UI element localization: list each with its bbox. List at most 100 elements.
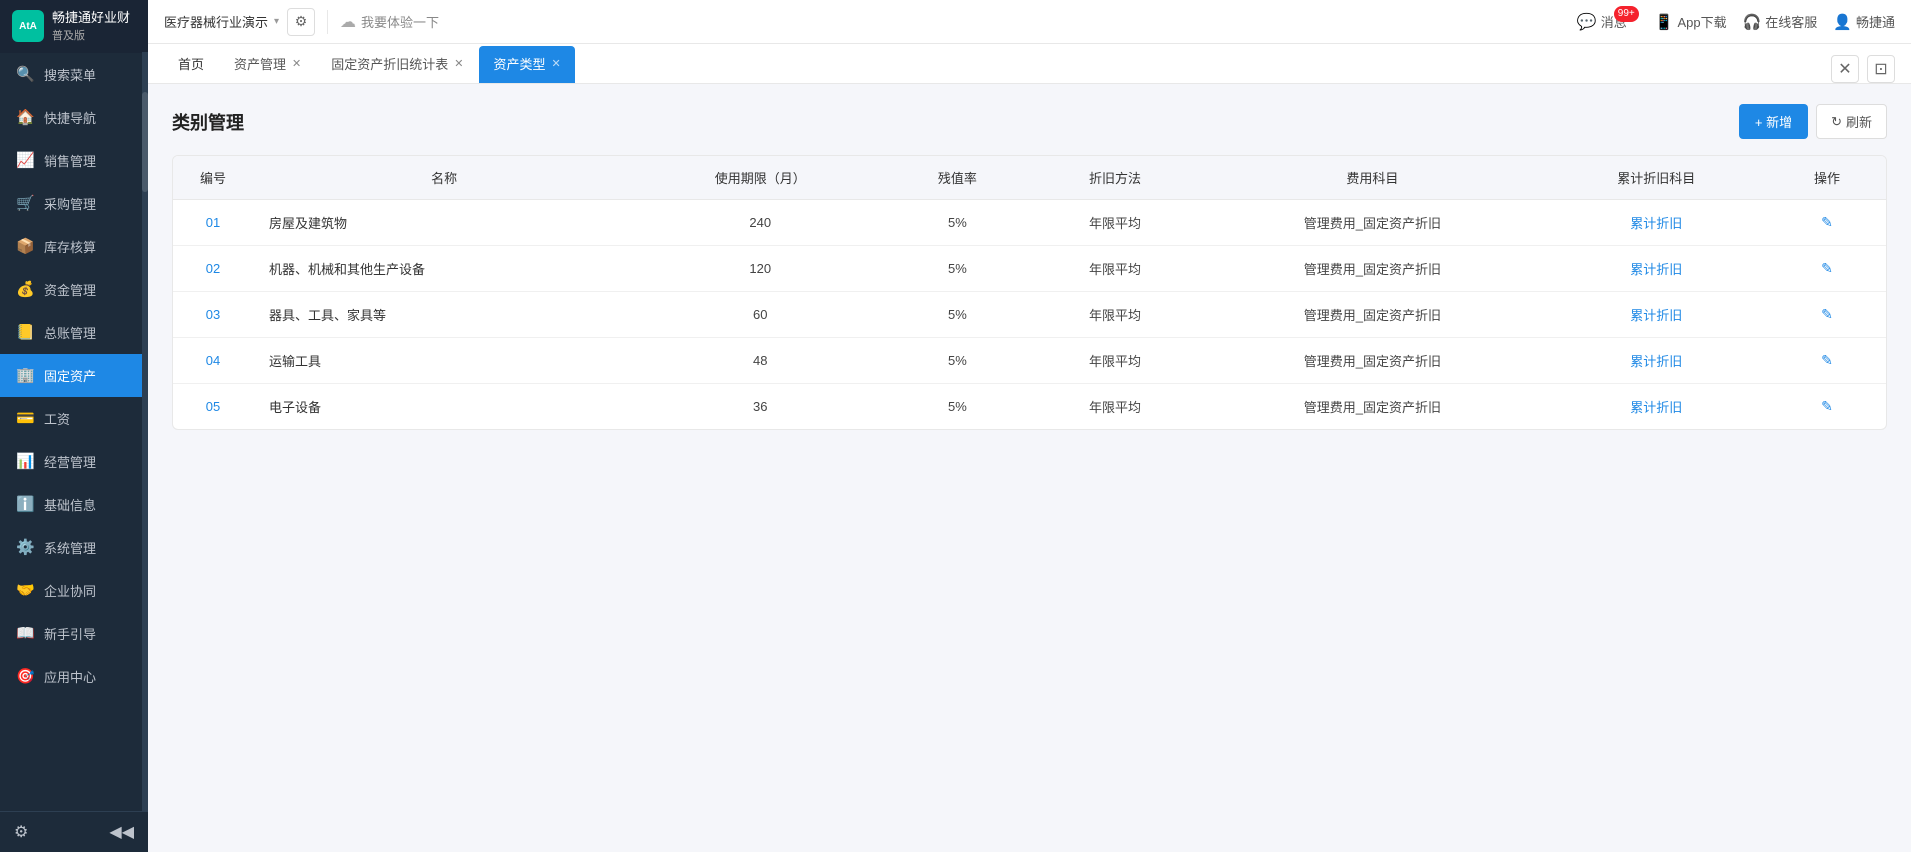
sidebar-item-enterprise[interactable]: 🤝 企业协同: [0, 569, 148, 612]
sidebar-item-search[interactable]: 🔍 搜索菜单: [0, 53, 148, 96]
cell-expense: 管理费用_固定资产折旧: [1200, 246, 1544, 292]
gear-icon: ⚙: [295, 13, 308, 30]
search-icon: 🔍: [16, 65, 34, 83]
tab-fixed-depreciation[interactable]: 固定资产折旧统计表 ✕: [317, 46, 477, 83]
tab-asset-type-label: 资产类型: [493, 54, 545, 73]
sidebar-item-app-center[interactable]: 🎯 应用中心: [0, 655, 148, 698]
sidebar-item-fixed-assets[interactable]: 🏢 固定资产: [0, 354, 148, 397]
cell-id: 03: [173, 292, 253, 338]
content-header: 类别管理 + 新增 ↻ 刷新: [172, 104, 1887, 139]
sidebar-item-operations[interactable]: 📊 经营管理: [0, 440, 148, 483]
col-header-residual: 残值率: [885, 156, 1029, 200]
topbar: 医疗器械行业演示 ▾ ⚙ ☁ 我要体验一下 💬 消息 99+ 📱 App下载 🎧…: [148, 0, 1911, 44]
sidebar-item-purchase[interactable]: 🛒 采购管理: [0, 182, 148, 225]
app-download-label: App下载: [1677, 12, 1726, 31]
operations-icon: 📊: [16, 452, 34, 470]
cell-method: 年限平均: [1030, 338, 1201, 384]
cell-period: 36: [635, 384, 885, 430]
sidebar-item-system[interactable]: ⚙️ 系统管理: [0, 526, 148, 569]
cell-accumulated: 累计折旧: [1544, 246, 1768, 292]
cell-expense: 管理费用_固定资产折旧: [1200, 384, 1544, 430]
sidebar-item-guide[interactable]: 📖 新手引导: [0, 612, 148, 655]
payroll-icon: 💳: [16, 409, 34, 427]
cell-name: 器具、工具、家具等: [253, 292, 635, 338]
col-header-accumulated: 累计折旧科目: [1544, 156, 1768, 200]
app-download-button[interactable]: 📱 App下载: [1655, 12, 1727, 31]
customer-service-button[interactable]: 🎧 在线客服: [1743, 12, 1818, 31]
message-icon: 💬: [1577, 12, 1597, 32]
sidebar-item-basic-info[interactable]: ℹ️ 基础信息: [0, 483, 148, 526]
inventory-icon: 📦: [16, 237, 34, 255]
topbar-divider: [327, 10, 328, 34]
new-button[interactable]: + 新增: [1739, 104, 1808, 139]
cell-residual: 5%: [885, 246, 1029, 292]
collapse-icon[interactable]: ◀◀: [109, 822, 134, 842]
sidebar-item-payroll[interactable]: 💳 工资: [0, 397, 148, 440]
col-header-id: 编号: [173, 156, 253, 200]
cell-residual: 5%: [885, 200, 1029, 246]
sidebar-item-quick-nav[interactable]: 🏠 快捷导航: [0, 96, 148, 139]
cell-accumulated: 累计折旧: [1544, 292, 1768, 338]
tab-home[interactable]: 首页: [164, 46, 218, 83]
cell-method: 年限平均: [1030, 200, 1201, 246]
capital-icon: 💰: [16, 280, 34, 298]
cell-edit[interactable]: ✎: [1768, 384, 1886, 430]
col-header-method: 折旧方法: [1030, 156, 1201, 200]
close-window-button[interactable]: ✕: [1831, 55, 1859, 83]
maximize-window-button[interactable]: ⊡: [1867, 55, 1895, 83]
settings-bottom-icon[interactable]: ⚙: [14, 822, 28, 842]
settings-button[interactable]: ⚙: [287, 8, 315, 36]
basic-info-icon: ℹ️: [16, 495, 34, 513]
cell-edit[interactable]: ✎: [1768, 200, 1886, 246]
topbar-right: 💬 消息 99+ 📱 App下载 🎧 在线客服 👤 畅捷通: [1565, 12, 1895, 32]
demo-selector[interactable]: 医疗器械行业演示 ▾: [164, 12, 279, 31]
logo-text-block: 畅捷通好业财 普及版: [52, 10, 130, 43]
col-header-action: 操作: [1768, 156, 1886, 200]
sidebar-item-sales[interactable]: 📈 销售管理: [0, 139, 148, 182]
tab-asset-mgmt-label: 资产管理: [234, 54, 286, 73]
sidebar-item-ledger[interactable]: 📒 总账管理: [0, 311, 148, 354]
phone-icon: 📱: [1655, 13, 1674, 31]
message-badge: 99+: [1614, 6, 1639, 22]
enterprise-icon: 🤝: [16, 581, 34, 599]
cell-id: 01: [173, 200, 253, 246]
table-header-row: 编号 名称 使用期限（月） 残值率 折旧方法 费用科目 累计折旧科目 操作: [173, 156, 1886, 200]
col-header-name: 名称: [253, 156, 635, 200]
col-header-expense: 费用科目: [1200, 156, 1544, 200]
fixed-assets-icon: 🏢: [16, 366, 34, 384]
cloud-icon: ☁: [340, 12, 356, 32]
cell-accumulated: 累计折旧: [1544, 338, 1768, 384]
cell-edit[interactable]: ✎: [1768, 246, 1886, 292]
logo-icon: AtA: [12, 10, 44, 42]
purchase-icon: 🛒: [16, 194, 34, 212]
tab-asset-type[interactable]: 资产类型 ✕: [479, 46, 574, 83]
col-header-period: 使用期限（月）: [635, 156, 885, 200]
sidebar-item-inventory[interactable]: 📦 库存核算: [0, 225, 148, 268]
message-button[interactable]: 💬 消息 99+: [1565, 12, 1639, 32]
ledger-icon: 📒: [16, 323, 34, 341]
cell-accumulated: 累计折旧: [1544, 384, 1768, 430]
user-avatar-icon: 👤: [1833, 13, 1852, 31]
guide-icon: 📖: [16, 624, 34, 642]
tab-asset-mgmt[interactable]: 资产管理 ✕: [220, 46, 315, 83]
cell-name: 机器、机械和其他生产设备: [253, 246, 635, 292]
table-row: 05 电子设备 36 5% 年限平均 管理费用_固定资产折旧 累计折旧 ✎: [173, 384, 1886, 430]
tab-fixed-depreciation-close[interactable]: ✕: [454, 57, 463, 70]
cell-name: 运输工具: [253, 338, 635, 384]
user-menu[interactable]: 👤 畅捷通: [1833, 12, 1895, 31]
tabbar: 首页 资产管理 ✕ 固定资产折旧统计表 ✕ 资产类型 ✕ ✕ ⊡: [148, 44, 1911, 84]
sidebar-item-capital[interactable]: 💰 资金管理: [0, 268, 148, 311]
sales-icon: 📈: [16, 151, 34, 169]
cell-method: 年限平均: [1030, 384, 1201, 430]
table-row: 04 运输工具 48 5% 年限平均 管理费用_固定资产折旧 累计折旧 ✎: [173, 338, 1886, 384]
demo-label: 医疗器械行业演示: [164, 12, 268, 31]
tab-asset-mgmt-close[interactable]: ✕: [292, 57, 301, 70]
cell-edit[interactable]: ✎: [1768, 338, 1886, 384]
tab-asset-type-close[interactable]: ✕: [552, 57, 561, 70]
experience-button[interactable]: ☁ 我要体验一下: [340, 12, 439, 32]
demo-arrow-icon: ▾: [274, 16, 279, 27]
cell-edit[interactable]: ✎: [1768, 292, 1886, 338]
headset-icon: 🎧: [1743, 13, 1762, 31]
cell-id: 05: [173, 384, 253, 430]
refresh-button[interactable]: ↻ 刷新: [1816, 104, 1887, 139]
